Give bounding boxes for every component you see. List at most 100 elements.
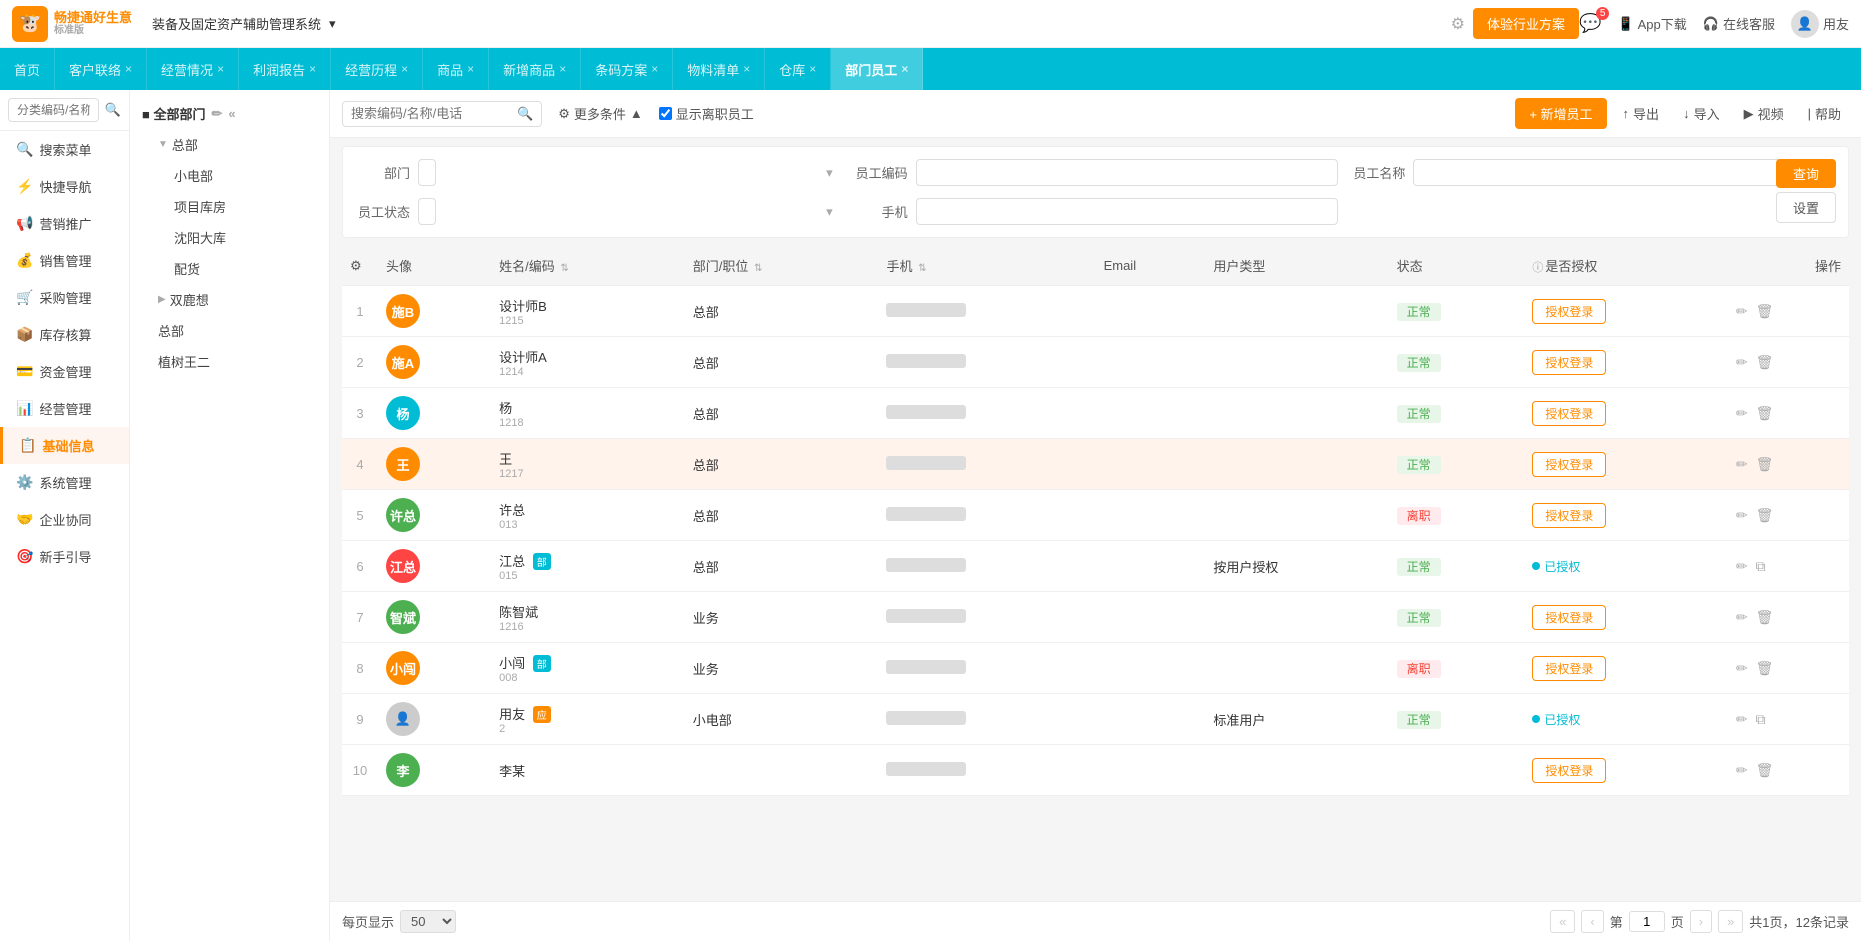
th-settings[interactable]: ⚙ — [342, 246, 378, 286]
dept-select[interactable] — [418, 159, 436, 186]
tab-profit[interactable]: 利润报告 × — [239, 48, 331, 90]
auth-button[interactable]: 授权登录 — [1532, 350, 1606, 375]
tab-barcode[interactable]: 条码方案 × — [581, 48, 673, 90]
delete-icon[interactable]: 🗑 — [1756, 507, 1774, 524]
th-dept[interactable]: 部门/职位 ⇅ — [685, 246, 879, 286]
th-phone[interactable]: 手机 ⇅ — [878, 246, 1095, 286]
close-icon[interactable]: × — [559, 62, 566, 76]
message-icon[interactable]: 💬 5 — [1579, 13, 1601, 34]
auth-button[interactable]: 授权登录 — [1532, 605, 1606, 630]
tab-warehouse[interactable]: 仓库 × — [765, 48, 831, 90]
view-btn[interactable]: ▶ 视频 — [1736, 100, 1792, 127]
sidebar-item-sales[interactable]: 💰销售管理 — [0, 242, 129, 279]
dept-tree-item-shuang[interactable]: ▶ 双鹿想 — [138, 284, 321, 315]
sidebar-item-nav[interactable]: ⚡快捷导航 — [0, 168, 129, 205]
sort-icon[interactable]: ⇅ — [754, 263, 762, 274]
sidebar-item-collab[interactable]: 🤝企业协同 — [0, 501, 129, 538]
auth-button[interactable]: 授权登录 — [1532, 503, 1606, 528]
copy-icon[interactable]: ⧉ — [1756, 558, 1766, 575]
edit-icon[interactable]: ✏ — [1736, 507, 1748, 524]
sidebar-item-inventory[interactable]: 📦库存核算 — [0, 316, 129, 353]
tab-department[interactable]: 部门员工 × — [831, 48, 923, 90]
dept-tree-item-sub4[interactable]: 配货 — [138, 253, 321, 284]
prev-page-btn[interactable]: ‹ — [1581, 910, 1603, 933]
dept-tree-item-planting[interactable]: 植树王二 — [138, 346, 321, 377]
page-input[interactable] — [1629, 911, 1665, 932]
edit-icon[interactable]: ✏ — [1736, 354, 1748, 371]
first-page-btn[interactable]: « — [1550, 910, 1575, 933]
tab-operation[interactable]: 经营情况 × — [147, 48, 239, 90]
close-icon[interactable]: × — [809, 62, 816, 76]
delete-icon[interactable]: 🗑 — [1756, 405, 1774, 422]
tab-new-goods[interactable]: 新增商品 × — [489, 48, 581, 90]
close-icon[interactable]: × — [217, 62, 224, 76]
tab-home[interactable]: 首页 — [0, 48, 55, 90]
online-service-btn[interactable]: 🎧 在线客服 — [1703, 14, 1775, 33]
edit-icon[interactable]: ✏ — [1736, 762, 1748, 779]
search-input[interactable] — [351, 106, 511, 121]
user-area[interactable]: 👤 用友 — [1791, 10, 1849, 38]
query-button[interactable]: 查询 — [1776, 159, 1836, 188]
app-download-btn[interactable]: 📱 App下载 — [1617, 14, 1686, 33]
info-icon[interactable]: ⓘ — [1532, 262, 1543, 274]
delete-icon[interactable]: 🗑 — [1756, 354, 1774, 371]
auth-button[interactable]: 授权登录 — [1532, 452, 1606, 477]
help-btn[interactable]: | 帮助 — [1800, 100, 1849, 127]
export-btn[interactable]: ↑ 导出 — [1615, 100, 1668, 127]
search-icon[interactable]: 🔍 — [517, 106, 533, 122]
tab-history[interactable]: 经营历程 × — [331, 48, 423, 90]
dept-tree-item-sub1[interactable]: 小电部 — [138, 160, 321, 191]
set-button[interactable]: 设置 — [1776, 192, 1836, 223]
trial-button[interactable]: 体验行业方案 — [1473, 8, 1579, 39]
phone-input[interactable] — [916, 198, 1339, 225]
delete-icon[interactable]: 🗑 — [1756, 303, 1774, 320]
collapse-icon[interactable]: « — [228, 106, 235, 121]
sort-icon[interactable]: ⇅ — [560, 263, 568, 274]
more-conditions-btn[interactable]: ⚙ 更多条件 ▲ — [550, 100, 651, 127]
dept-tree-item-head[interactable]: ▼ 总部 — [138, 129, 321, 160]
show-resigned-checkbox[interactable] — [659, 107, 672, 120]
sidebar-item-basic[interactable]: 📋基础信息 — [0, 427, 129, 464]
auth-button[interactable]: 授权登录 — [1532, 758, 1606, 783]
sidebar-item-business[interactable]: 📊经营管理 — [0, 390, 129, 427]
auth-button[interactable]: 授权登录 — [1532, 656, 1606, 681]
dept-tree-item-sub2[interactable]: 项目库房 — [138, 191, 321, 222]
close-icon[interactable]: × — [467, 62, 474, 76]
tab-goods[interactable]: 商品 × — [423, 48, 489, 90]
emp-code-input[interactable] — [916, 159, 1339, 186]
gear-icon[interactable]: ⚙ — [1451, 14, 1465, 34]
sidebar-item-finance[interactable]: 💳资金管理 — [0, 353, 129, 390]
show-resigned-label[interactable]: 显示离职员工 — [659, 104, 754, 123]
close-icon[interactable]: × — [901, 62, 908, 76]
delete-icon[interactable]: 🗑 — [1756, 456, 1774, 473]
delete-icon[interactable]: 🗑 — [1756, 660, 1774, 677]
delete-icon[interactable]: 🗑 — [1756, 609, 1774, 626]
edit-icon[interactable]: ✏ — [1736, 303, 1748, 320]
close-icon[interactable]: × — [651, 62, 658, 76]
sidebar-item-marketing[interactable]: 📢营销推广 — [0, 205, 129, 242]
import-btn[interactable]: ↓ 导入 — [1675, 100, 1728, 127]
edit-icon[interactable]: ✏ — [1736, 456, 1748, 473]
tab-customer[interactable]: 客户联络 × — [55, 48, 147, 90]
auth-button[interactable]: 授权登录 — [1532, 299, 1606, 324]
edit-icon[interactable]: ✏ — [1736, 660, 1748, 677]
add-employee-button[interactable]: + 新增员工 — [1515, 98, 1606, 129]
edit-icon[interactable]: ✏ — [1736, 405, 1748, 422]
th-name[interactable]: 姓名/编码 ⇅ — [491, 246, 685, 286]
dept-tree-item-sub3[interactable]: 沈阳大库 — [138, 222, 321, 253]
next-page-btn[interactable]: › — [1690, 910, 1712, 933]
sidebar-search-input[interactable] — [8, 98, 99, 122]
auth-button[interactable]: 授权登录 — [1532, 401, 1606, 426]
sidebar-item-guide[interactable]: 🎯新手引导 — [0, 538, 129, 575]
close-icon[interactable]: × — [125, 62, 132, 76]
close-icon[interactable]: × — [309, 62, 316, 76]
edit-icon[interactable]: ✏ — [1736, 609, 1748, 626]
dept-tree-item-zongbu2[interactable]: 总部 — [138, 315, 321, 346]
system-dropdown-icon[interactable]: ▾ — [329, 16, 336, 32]
emp-status-select[interactable] — [418, 198, 436, 225]
last-page-btn[interactable]: » — [1718, 910, 1743, 933]
close-icon[interactable]: × — [743, 62, 750, 76]
copy-icon[interactable]: ⧉ — [1756, 711, 1766, 728]
close-icon[interactable]: × — [401, 62, 408, 76]
edit-icon[interactable]: ✏ — [1736, 558, 1748, 575]
